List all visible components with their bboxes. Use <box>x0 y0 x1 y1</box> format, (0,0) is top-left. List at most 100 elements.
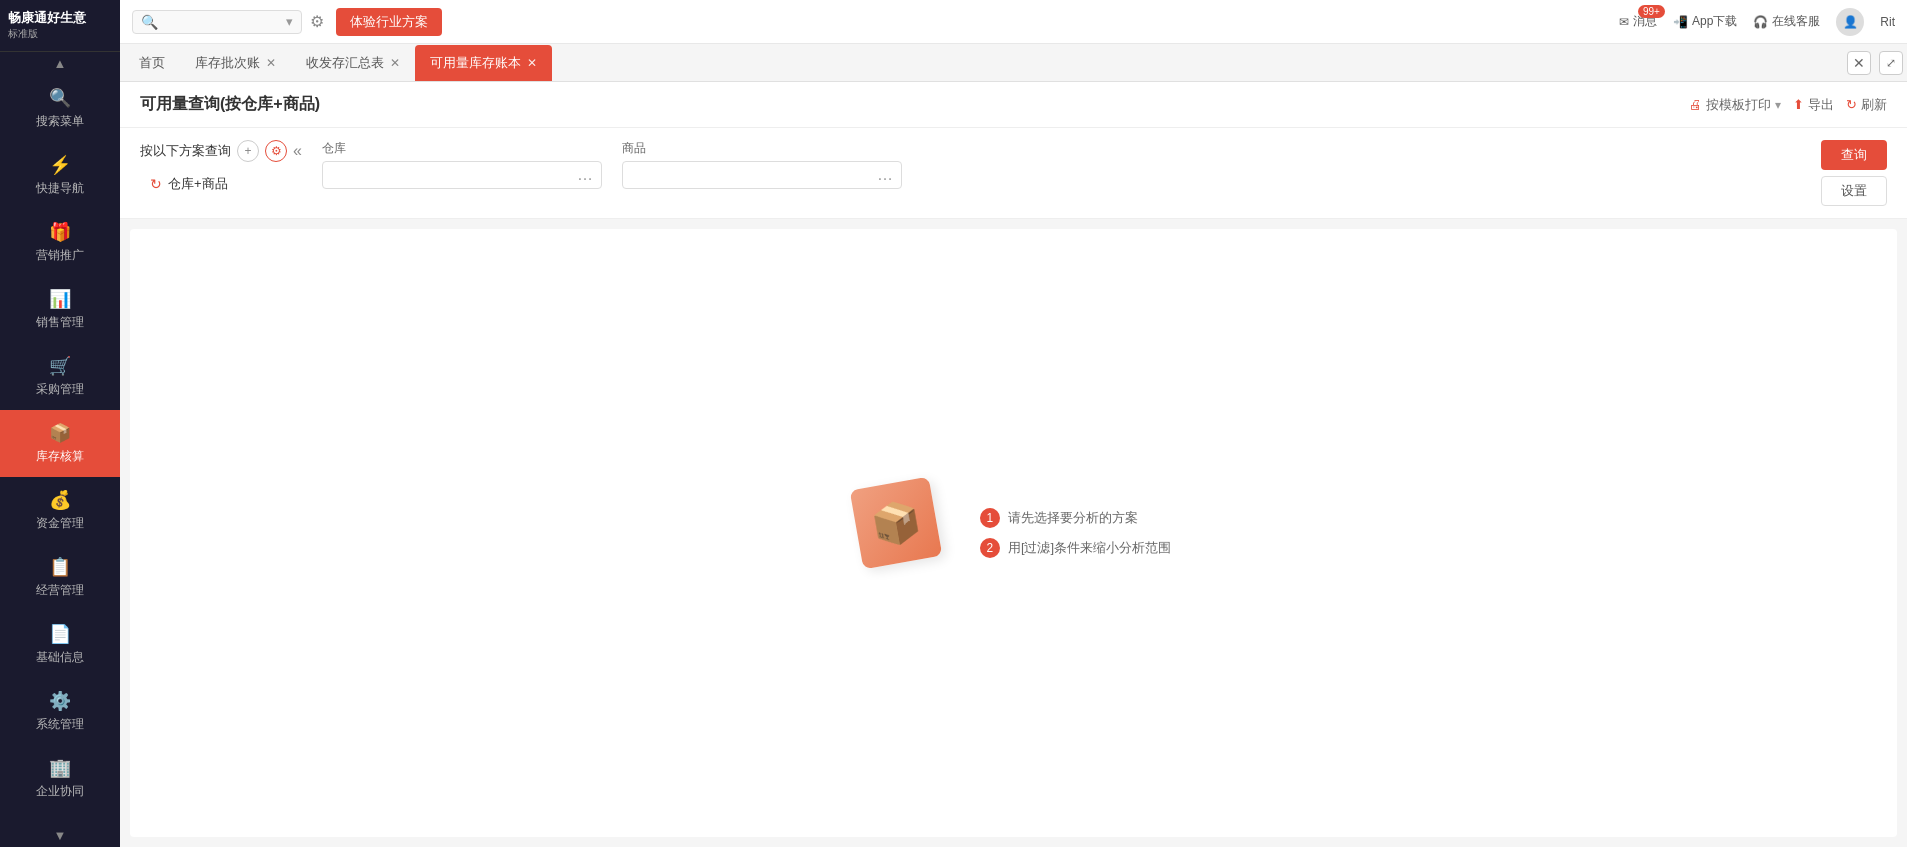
goods-input-wrap[interactable]: … <box>622 161 902 189</box>
close-all-tabs-button[interactable]: ✕ <box>1847 51 1871 75</box>
filter-section-label: 按以下方案查询 <box>140 142 231 160</box>
template-print-button[interactable]: 🖨 按模板打印 ▾ <box>1689 96 1781 114</box>
filter-actions: 查询 设置 <box>1821 140 1887 206</box>
goods-more-icon[interactable]: … <box>877 166 893 184</box>
message-button[interactable]: ✉ 消息 99+ <box>1619 13 1657 30</box>
empty-state: 1 请先选择要分析的方案 2 用[过滤]条件来缩小分析范围 <box>130 229 1897 837</box>
query-button[interactable]: 查询 <box>1821 140 1887 170</box>
empty-content: 1 请先选择要分析的方案 2 用[过滤]条件来缩小分析范围 <box>856 483 1171 583</box>
sidebar-item-label: 营销推广 <box>36 247 84 264</box>
tabs-bar: 首页 库存批次账 ✕ 收发存汇总表 ✕ 可用量库存账本 ✕ ✕ ⤢ <box>120 44 1907 82</box>
warehouse-more-icon[interactable]: … <box>577 166 593 184</box>
tab-batch-account[interactable]: 库存批次账 ✕ <box>180 45 291 81</box>
gift-icon: 🎁 <box>49 221 71 243</box>
warehouse-input[interactable] <box>331 168 577 183</box>
export-button[interactable]: ⬆ 导出 <box>1793 96 1834 114</box>
sidebar-item-quick-nav[interactable]: ⚡ 快捷导航 <box>0 142 120 209</box>
sidebar-item-purchase[interactable]: 🛒 采购管理 <box>0 343 120 410</box>
sidebar-item-inventory[interactable]: 📦 库存核算 <box>0 410 120 477</box>
warehouse-field: 仓库 … <box>322 140 602 189</box>
search-input[interactable] <box>162 15 282 29</box>
tip-item-1: 1 请先选择要分析的方案 <box>980 508 1171 528</box>
sidebar-item-search[interactable]: 🔍 搜索菜单 <box>0 75 120 142</box>
box-icon: 📦 <box>49 422 71 444</box>
topbar-search-box[interactable]: 🔍 ▾ <box>132 10 302 34</box>
settings-icon[interactable]: ⚙ <box>310 12 324 31</box>
tab-home[interactable]: 首页 <box>124 45 180 81</box>
empty-illustration <box>856 483 956 583</box>
tab-collect-summary-close[interactable]: ✕ <box>390 56 400 70</box>
filter-fields: 仓库 … 商品 … <box>322 140 1801 189</box>
goods-field: 商品 … <box>622 140 902 189</box>
sidebar-item-label: 经营管理 <box>36 582 84 599</box>
doc-icon: 📄 <box>49 623 71 645</box>
tab-collect-summary[interactable]: 收发存汇总表 ✕ <box>291 45 415 81</box>
filter-option-warehouse-goods[interactable]: ↻ 仓库+商品 <box>140 170 238 198</box>
cart-icon: 🛒 <box>49 355 71 377</box>
tab-batch-account-close[interactable]: ✕ <box>266 56 276 70</box>
sidebar-item-operations[interactable]: 📋 经营管理 <box>0 544 120 611</box>
gear-icon: ⚙️ <box>49 690 71 712</box>
page-actions: 🖨 按模板打印 ▾ ⬆ 导出 ↻ 刷新 <box>1689 96 1887 114</box>
sidebar-item-basic-info[interactable]: 📄 基础信息 <box>0 611 120 678</box>
username-label: Rit <box>1880 15 1895 29</box>
refresh-button[interactable]: ↻ 刷新 <box>1846 96 1887 114</box>
tab-available-ledger-label: 可用量库存账本 <box>430 54 521 72</box>
filter-panel: 按以下方案查询 + ⚙ « ↻ 仓库+商品 仓库 <box>120 128 1907 219</box>
app-edition: 标准版 <box>8 27 112 41</box>
topbar: 🔍 ▾ ⚙ 体验行业方案 ✉ 消息 99+ 📲 App下载 🎧 在线客服 👤 <box>120 0 1907 44</box>
sidebar-item-label: 企业协同 <box>36 783 84 800</box>
lightning-icon: ⚡ <box>49 154 71 176</box>
tip-text-2: 用[过滤]条件来缩小分析范围 <box>1008 539 1171 557</box>
money-icon: 💰 <box>49 489 71 511</box>
export-label: 导出 <box>1808 96 1834 114</box>
sidebar-item-sales[interactable]: 📊 销售管理 <box>0 276 120 343</box>
industry-button[interactable]: 体验行业方案 <box>336 8 442 36</box>
tab-available-ledger[interactable]: 可用量库存账本 ✕ <box>415 45 552 81</box>
search-icon: 🔍 <box>141 14 158 30</box>
sidebar-item-label: 搜索菜单 <box>36 113 84 130</box>
sidebar-scroll-down[interactable]: ▼ <box>0 824 120 847</box>
online-service-button[interactable]: 🎧 在线客服 <box>1753 13 1820 30</box>
sidebar: 畅康通好生意 标准版 ▲ 🔍 搜索菜单 ⚡ 快捷导航 🎁 营销推广 📊 销售管理… <box>0 0 120 847</box>
settings-button[interactable]: 设置 <box>1821 176 1887 206</box>
tab-batch-account-label: 库存批次账 <box>195 54 260 72</box>
refresh-icon: ↻ <box>1846 97 1857 112</box>
refresh-label: 刷新 <box>1861 96 1887 114</box>
sidebar-item-label: 资金管理 <box>36 515 84 532</box>
chevron-down-icon[interactable]: ▾ <box>1775 98 1781 112</box>
sidebar-logo: 畅康通好生意 标准版 <box>0 0 120 52</box>
warehouse-input-wrap[interactable]: … <box>322 161 602 189</box>
goods-input[interactable] <box>631 168 877 183</box>
chart-icon: 📊 <box>49 288 71 310</box>
sidebar-item-label: 销售管理 <box>36 314 84 331</box>
sidebar-scroll-up[interactable]: ▲ <box>0 52 120 75</box>
expand-tab-button[interactable]: ⤢ <box>1879 51 1903 75</box>
sidebar-item-finance[interactable]: 💰 资金管理 <box>0 477 120 544</box>
app-download-button[interactable]: 📲 App下载 <box>1673 13 1737 30</box>
filter-settings-button[interactable]: ⚙ <box>265 140 287 162</box>
clipboard-icon: 📋 <box>49 556 71 578</box>
page-header: 可用量查询(按仓库+商品) 🖨 按模板打印 ▾ ⬆ 导出 ↻ 刷新 <box>120 82 1907 128</box>
tip-num-2: 2 <box>980 538 1000 558</box>
sidebar-item-label: 系统管理 <box>36 716 84 733</box>
add-filter-button[interactable]: + <box>237 140 259 162</box>
tab-available-ledger-close[interactable]: ✕ <box>527 56 537 70</box>
sidebar-item-marketing[interactable]: 🎁 营销推广 <box>0 209 120 276</box>
search-icon: 🔍 <box>49 87 71 109</box>
tip-item-2: 2 用[过滤]条件来缩小分析范围 <box>980 538 1171 558</box>
template-print-label: 按模板打印 <box>1706 96 1771 114</box>
chevron-down-icon[interactable]: ▾ <box>286 14 293 29</box>
download-icon: 📲 <box>1673 15 1688 29</box>
sidebar-item-label: 快捷导航 <box>36 180 84 197</box>
topbar-right: ✉ 消息 99+ 📲 App下载 🎧 在线客服 👤 Rit <box>1619 8 1895 36</box>
warehouse-label: 仓库 <box>322 140 602 157</box>
tip-num-1: 1 <box>980 508 1000 528</box>
filter-label-header: 按以下方案查询 + ⚙ « <box>140 140 302 162</box>
sidebar-item-system[interactable]: ⚙️ 系统管理 <box>0 678 120 745</box>
goods-label: 商品 <box>622 140 902 157</box>
sidebar-item-enterprise[interactable]: 🏢 企业协同 <box>0 745 120 812</box>
sidebar-item-new-user[interactable]: 🎯 新手引导 <box>0 812 120 824</box>
filter-collapse-button[interactable]: « <box>293 142 302 160</box>
avatar[interactable]: 👤 <box>1836 8 1864 36</box>
